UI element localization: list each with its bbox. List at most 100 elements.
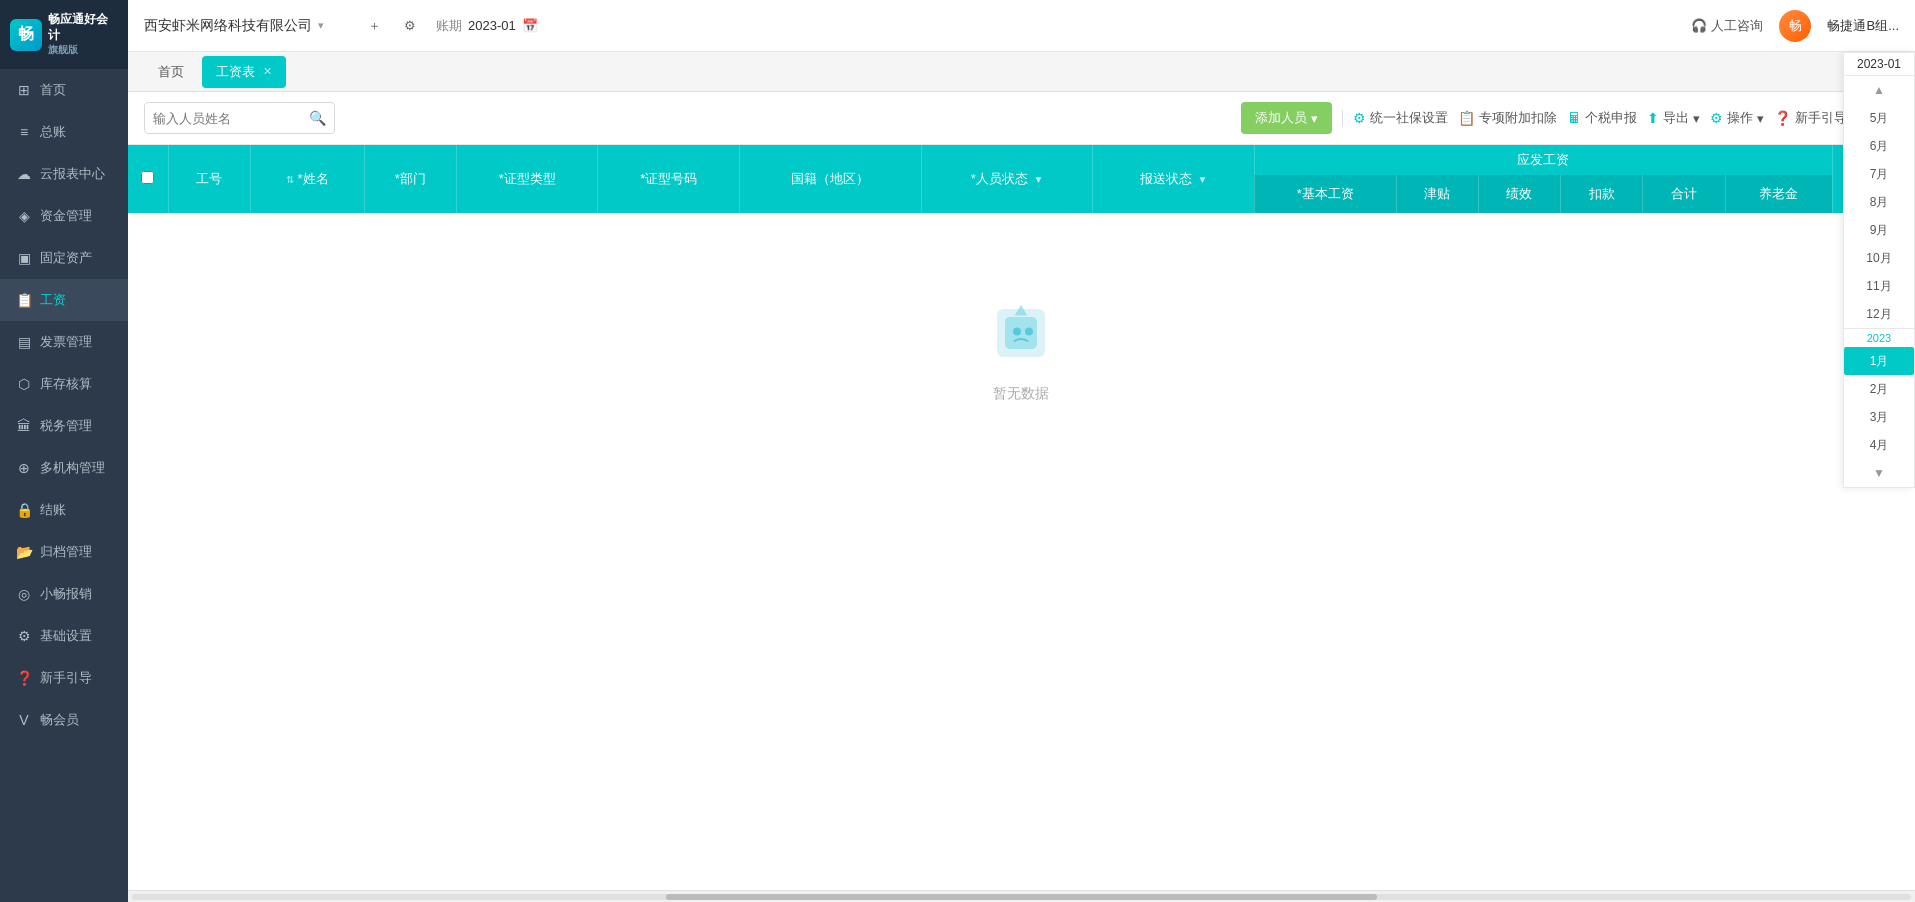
export-btn[interactable]: ⬆ 导出 ▾ xyxy=(1647,109,1700,127)
invoice-icon: ▤ xyxy=(16,334,32,350)
svg-point-2 xyxy=(1013,327,1021,335)
header-actions: ＋ ⚙ xyxy=(360,12,424,40)
user-avatar[interactable]: 畅 xyxy=(1779,10,1811,42)
closing-icon: 🔒 xyxy=(16,502,32,518)
assets-icon: ▣ xyxy=(16,250,32,266)
th-dept-label: *部门 xyxy=(395,171,426,186)
date-item-1[interactable]: 1月 xyxy=(1844,347,1914,375)
headset-icon: 🎧 xyxy=(1691,18,1707,33)
th-id-num-label: *证型号码 xyxy=(640,171,697,186)
guide-btn[interactable]: ❓ 新手引导 xyxy=(1774,109,1847,127)
tab-salary-table[interactable]: 工资表 ✕ xyxy=(202,56,286,88)
sidebar-item-ledger[interactable]: ≡ 总账 xyxy=(0,111,128,153)
date-item-5[interactable]: 5月 xyxy=(1844,104,1914,132)
service-button[interactable]: 🎧 人工咨询 xyxy=(1691,17,1763,35)
sidebar-label-invoice: 发票管理 xyxy=(40,333,92,351)
export-label: 导出 xyxy=(1663,109,1689,127)
date-item-10[interactable]: 10月 xyxy=(1844,244,1914,272)
sort-icon[interactable]: ⇅ xyxy=(286,174,294,185)
sidebar-item-assets[interactable]: ▣ 固定资产 xyxy=(0,237,128,279)
search-wrap: 🔍 xyxy=(144,102,335,134)
date-item-9[interactable]: 9月 xyxy=(1844,216,1914,244)
sidebar-item-expense[interactable]: ◎ 小畅报销 xyxy=(0,573,128,615)
date-prev-btn[interactable]: ▲ xyxy=(1844,76,1914,104)
calendar-icon[interactable]: 📅 xyxy=(522,18,538,33)
sidebar-item-invoice[interactable]: ▤ 发票管理 xyxy=(0,321,128,363)
add-person-button[interactable]: 添加人员 ▾ xyxy=(1241,102,1332,134)
sidebar: 畅 畅应通好会计 旗舰版 ⊞ 首页 ≡ 总账 ☁ 云报表中心 ◈ 资金管理 ▣ … xyxy=(0,0,128,902)
company-settings-btn[interactable]: ⚙ xyxy=(396,12,424,40)
service-label: 人工咨询 xyxy=(1711,17,1763,35)
app-subtitle: 旗舰版 xyxy=(48,43,118,57)
sidebar-label-closing: 结账 xyxy=(40,501,66,519)
date-item-12[interactable]: 12月 xyxy=(1844,300,1914,328)
operation-arrow: ▾ xyxy=(1757,111,1764,126)
social-insurance-btn[interactable]: ⚙ 统一社保设置 xyxy=(1353,109,1448,127)
app-logo: 畅 畅应通好会计 旗舰版 xyxy=(0,0,128,69)
guide-toolbar-icon: ❓ xyxy=(1774,110,1791,126)
sidebar-item-tax[interactable]: 🏛 税务管理 xyxy=(0,405,128,447)
sidebar-item-multi-org[interactable]: ⊕ 多机构管理 xyxy=(0,447,128,489)
th-pension-label: 养老金 xyxy=(1759,186,1798,201)
date-panel: 2023-01 ▲ 5月 6月 7月 8月 9月 10月 11月 12月 202… xyxy=(1843,52,1915,488)
th-status: *人员状态 ▼ xyxy=(921,145,1092,213)
date-item-3[interactable]: 3月 xyxy=(1844,403,1914,431)
operation-icon: ⚙ xyxy=(1710,110,1723,126)
sidebar-label-home: 首页 xyxy=(40,81,66,99)
add-btn-label: 添加人员 xyxy=(1255,109,1307,127)
status-filter-icon[interactable]: ▼ xyxy=(1033,174,1043,185)
tab-home[interactable]: 首页 xyxy=(144,56,198,88)
search-input[interactable] xyxy=(153,111,303,126)
date-item-2[interactable]: 2月 xyxy=(1844,375,1914,403)
select-all-checkbox[interactable] xyxy=(141,171,154,184)
multi-org-icon: ⊕ xyxy=(16,460,32,476)
deduction-label: 专项附加扣除 xyxy=(1479,109,1557,127)
date-next-btn[interactable]: ▼ xyxy=(1844,459,1914,487)
tax-report-btn[interactable]: 🖩 个税申报 xyxy=(1567,109,1637,127)
th-allowance: 津贴 xyxy=(1396,175,1478,213)
th-performance-label: 绩效 xyxy=(1506,186,1532,201)
th-deduction-label: 扣款 xyxy=(1589,186,1615,201)
sidebar-item-inventory[interactable]: ⬡ 库存核算 xyxy=(0,363,128,405)
top-header: 西安虾米网络科技有限公司 ▾ ＋ ⚙ 账期 2023-01 📅 🎧 人工咨询 畅… xyxy=(128,0,1915,52)
sidebar-item-capital[interactable]: ◈ 资金管理 xyxy=(0,195,128,237)
scroll-thumb[interactable] xyxy=(666,894,1378,900)
sidebar-item-settings[interactable]: ⚙ 基础设置 xyxy=(0,615,128,657)
date-item-11[interactable]: 11月 xyxy=(1844,272,1914,300)
table-scrollbar[interactable] xyxy=(128,890,1915,902)
report-filter-icon[interactable]: ▼ xyxy=(1197,174,1207,185)
sidebar-label-multi-org: 多机构管理 xyxy=(40,459,105,477)
th-name: ⇅ *姓名 xyxy=(250,145,364,213)
tab-home-label: 首页 xyxy=(158,63,184,81)
date-item-8[interactable]: 8月 xyxy=(1844,188,1914,216)
date-item-6[interactable]: 6月 xyxy=(1844,132,1914,160)
export-arrow: ▾ xyxy=(1693,111,1700,126)
sidebar-item-guide[interactable]: ❓ 新手引导 xyxy=(0,657,128,699)
th-base-salary: *基本工资 xyxy=(1254,175,1396,213)
tax-icon: 🏛 xyxy=(16,418,32,434)
sidebar-item-closing[interactable]: 🔒 结账 xyxy=(0,489,128,531)
th-report-label: 报送状态 xyxy=(1140,171,1192,186)
th-performance: 绩效 xyxy=(1478,175,1560,213)
checkbox-column-header[interactable] xyxy=(128,145,168,213)
date-item-7[interactable]: 7月 xyxy=(1844,160,1914,188)
separator-1 xyxy=(1342,110,1343,126)
sidebar-item-salary[interactable]: 📋 工资 xyxy=(0,279,128,321)
th-total: 合计 xyxy=(1643,175,1725,213)
sidebar-item-member[interactable]: V 畅会员 xyxy=(0,699,128,741)
add-company-btn[interactable]: ＋ xyxy=(360,12,388,40)
sidebar-item-home[interactable]: ⊞ 首页 xyxy=(0,69,128,111)
special-deduction-btn[interactable]: 📋 专项附加扣除 xyxy=(1458,109,1557,127)
sidebar-item-cloud-report[interactable]: ☁ 云报表中心 xyxy=(0,153,128,195)
inventory-icon: ⬡ xyxy=(16,376,32,392)
th-id-type-label: *证型类型 xyxy=(499,171,556,186)
sidebar-item-archive[interactable]: 📂 归档管理 xyxy=(0,531,128,573)
date-item-4[interactable]: 4月 xyxy=(1844,431,1914,459)
operation-btn[interactable]: ⚙ 操作 ▾ xyxy=(1710,109,1764,127)
tab-close-icon[interactable]: ✕ xyxy=(263,65,272,78)
user-name[interactable]: 畅捷通B组... xyxy=(1827,17,1899,35)
period-value: 2023-01 xyxy=(468,18,516,33)
th-deduction: 扣款 xyxy=(1561,175,1643,213)
company-selector[interactable]: 西安虾米网络科技有限公司 ▾ xyxy=(144,17,344,35)
sidebar-label-tax: 税务管理 xyxy=(40,417,92,435)
